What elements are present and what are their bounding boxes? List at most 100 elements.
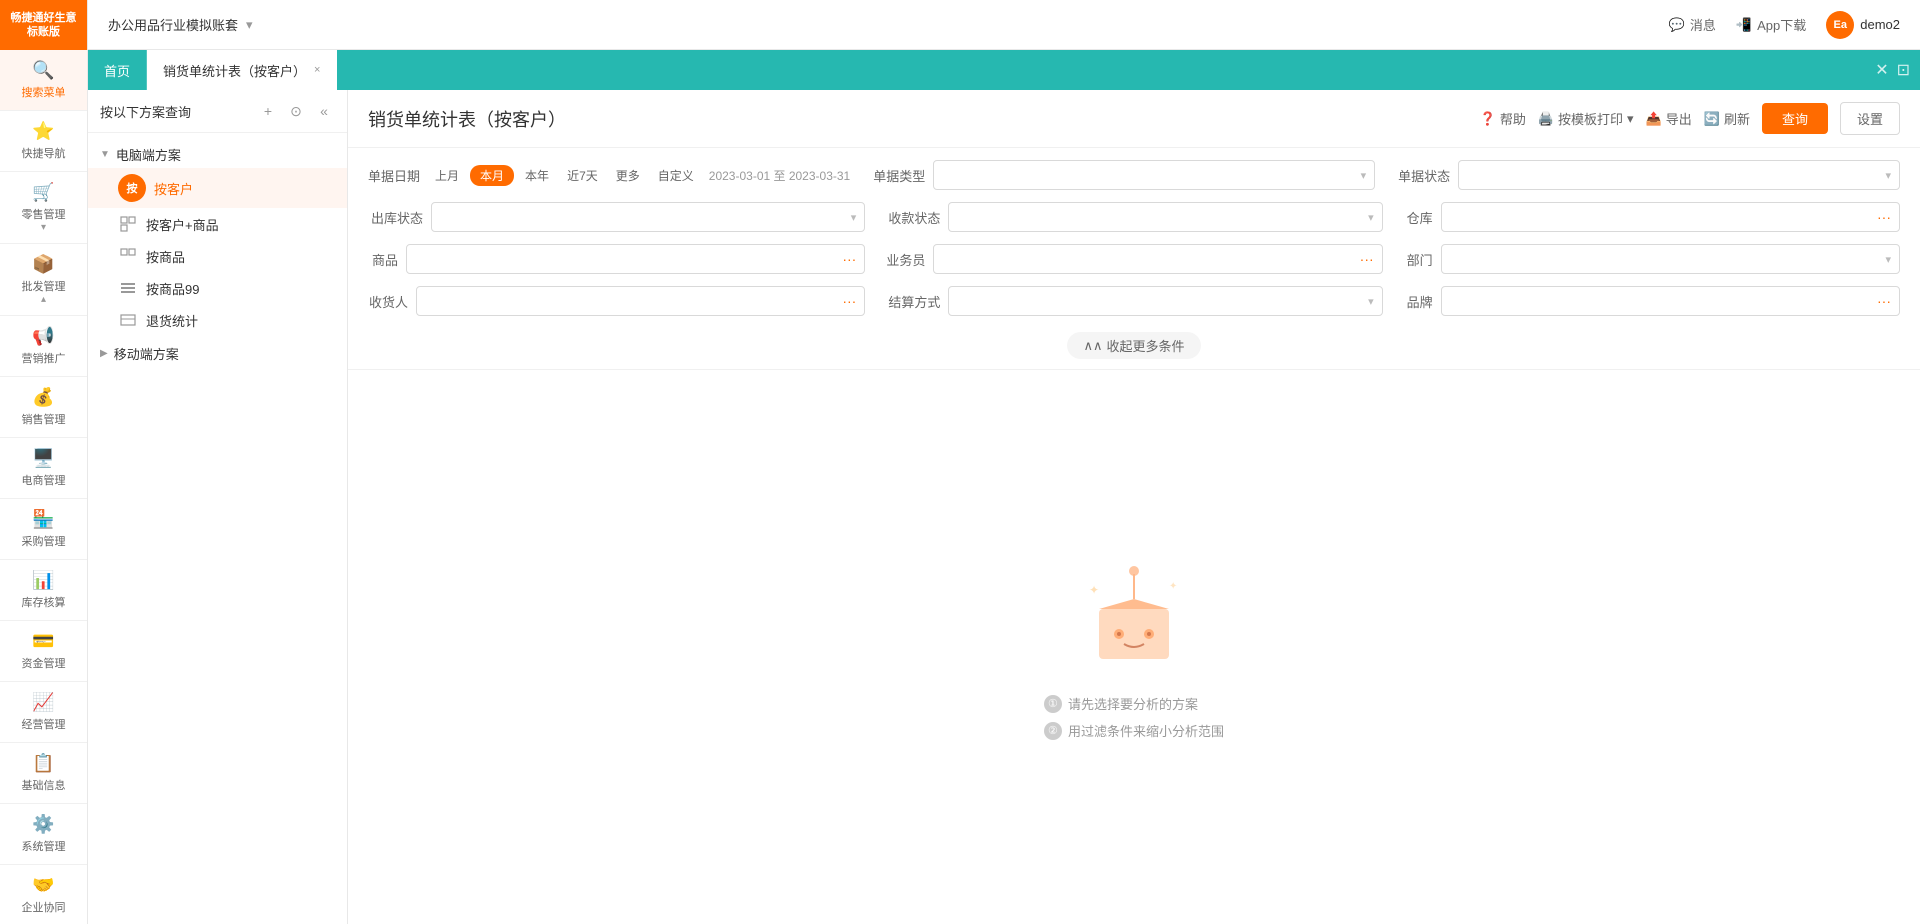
- user-area[interactable]: Ea demo2: [1826, 11, 1900, 39]
- scheme-collapse-icon: «: [320, 103, 328, 119]
- sidebar-nav: 🔍 搜索菜单 ⭐ 快捷导航 🛒 零售管理 ▾ 📦 批发管理 ▴ 📢 营销推广 💰…: [0, 50, 87, 924]
- filter-warehouse: 仓库 ···: [1403, 202, 1900, 232]
- sidebar-item-quicknav[interactable]: ⭐ 快捷导航: [0, 111, 87, 172]
- tree-category-mobile[interactable]: ▶ 移动端方案: [88, 340, 347, 367]
- receiver-control[interactable]: ···: [416, 286, 865, 316]
- main-area: 办公用品行业模拟账套 ▾ 💬 消息 📲 App下载 Ea demo2 首页: [88, 0, 1920, 924]
- scheme-add-btn[interactable]: +: [257, 100, 279, 122]
- svg-text:✦: ✦: [1089, 583, 1099, 597]
- sidebar-item-system[interactable]: ⚙️ 系统管理: [0, 804, 87, 865]
- filter-row-2: 出库状态 ▾ 收款状态 ▾ 仓库: [348, 198, 1920, 240]
- date-btn-custom[interactable]: 自定义: [651, 165, 701, 186]
- sidebar-item-wholesale[interactable]: 📦 批发管理 ▴: [0, 244, 87, 316]
- scheme-header: 按以下方案查询 + ⊙ «: [88, 90, 347, 133]
- enterprise-icon: 🤝: [32, 875, 54, 896]
- scheme-edit-btn[interactable]: ⊙: [285, 100, 307, 122]
- tree-item-by-customer-goods[interactable]: 按客户+商品: [88, 208, 347, 240]
- sidebar-item-purchase[interactable]: 🏪 采购管理: [0, 499, 87, 560]
- sidebar-item-retail[interactable]: 🛒 零售管理 ▾: [0, 172, 87, 244]
- industry-dropdown-icon[interactable]: ▾: [246, 17, 253, 33]
- date-label: 单据日期: [368, 166, 420, 185]
- doc-type-control[interactable]: ▾: [933, 160, 1375, 190]
- date-btn-last-month[interactable]: 上月: [428, 165, 466, 186]
- empty-svg: ✦ ✦: [1074, 554, 1194, 674]
- basic-icon: 📋: [32, 753, 54, 774]
- goods-control[interactable]: ···: [406, 244, 865, 274]
- sidebar-item-system-label: 系统管理: [22, 838, 66, 854]
- receipt-status-control[interactable]: ▾: [948, 202, 1382, 232]
- scheme-panel: 按以下方案查询 + ⊙ « ▼ 电脑端方案: [88, 90, 348, 924]
- tabs-right: ✕ ⊡: [1875, 60, 1920, 80]
- tree-item-by-customer-goods-icon: [118, 214, 138, 234]
- sidebar-item-finance-label: 资金管理: [22, 655, 66, 671]
- tree-item-by-goods[interactable]: 按商品: [88, 240, 347, 272]
- tree-item-by-goods-icon: [118, 246, 138, 266]
- filter-goods: 商品 ···: [368, 244, 865, 274]
- tab-home-label: 首页: [104, 61, 130, 80]
- collapse-up-icon: ∧∧: [1083, 338, 1102, 354]
- print-icon: 🖨️: [1538, 111, 1554, 127]
- help-btn[interactable]: ❓ 帮助: [1480, 109, 1526, 128]
- tree-category-desktop[interactable]: ▼ 电脑端方案: [88, 141, 347, 168]
- tree-category-mobile-arrow: ▶: [100, 348, 108, 359]
- user-name[interactable]: demo2: [1860, 17, 1900, 32]
- sidebar-item-basic[interactable]: 📋 基础信息: [0, 743, 87, 804]
- settle-control[interactable]: ▾: [948, 286, 1382, 316]
- tree-item-by-goods99[interactable]: 按商品99: [88, 272, 347, 304]
- topbar-right: 💬 消息 📲 App下载 Ea demo2: [1669, 11, 1900, 39]
- tab-close-all-btn[interactable]: ✕: [1875, 60, 1888, 80]
- app-download-btn[interactable]: 📲 App下载: [1736, 15, 1806, 34]
- sidebar-item-enterprise[interactable]: 🤝 企业协同: [0, 865, 87, 924]
- dept-control[interactable]: ▾: [1441, 244, 1900, 274]
- tab-home[interactable]: 首页: [88, 50, 147, 90]
- sidebar-item-sales[interactable]: 💰 销售管理: [0, 377, 87, 438]
- sidebar-item-operations[interactable]: 📈 经营管理: [0, 682, 87, 743]
- sidebar-item-marketing[interactable]: 📢 营销推广: [0, 316, 87, 377]
- export-btn[interactable]: 📤 导出: [1646, 109, 1692, 128]
- out-status-control[interactable]: ▾: [431, 202, 865, 232]
- page-title: 销货单统计表（按客户）: [368, 106, 566, 132]
- tree-item-by-customer-icon: 按: [118, 174, 146, 202]
- tree-item-by-goods99-icon: [118, 278, 138, 298]
- brand-control[interactable]: ···: [1441, 286, 1900, 316]
- page-actions: ❓ 帮助 🖨️ 按模板打印 ▾ 📤 导出 🔄 刷新: [1480, 102, 1900, 135]
- empty-tip-2: ② 用过滤条件来缩小分析范围: [1044, 721, 1224, 740]
- scheme-tree: ▼ 电脑端方案 按 按客户 按客户+商品 按商品: [88, 133, 347, 924]
- collapse-btn[interactable]: ∧∧ 收起更多条件: [1067, 332, 1200, 359]
- query-btn[interactable]: 查询: [1762, 103, 1828, 134]
- date-btn-this-month[interactable]: 本月: [470, 165, 514, 186]
- date-btn-this-year[interactable]: 本年: [518, 165, 556, 186]
- tree-item-by-goods99-label: 按商品99: [146, 279, 199, 298]
- message-btn[interactable]: 💬 消息: [1669, 15, 1716, 34]
- dept-label: 部门: [1403, 250, 1433, 269]
- marketing-icon: 📢: [32, 326, 54, 347]
- sidebar-item-inventory[interactable]: 📊 库存核算: [0, 560, 87, 621]
- refresh-icon: 🔄: [1704, 111, 1720, 127]
- warehouse-control[interactable]: ···: [1441, 202, 1900, 232]
- sidebar-item-search[interactable]: 🔍 搜索菜单: [0, 50, 87, 111]
- filter-row-3: 商品 ··· 业务员 ··· 部门: [348, 240, 1920, 282]
- tab-sales-stat[interactable]: 销货单统计表（按客户） ×: [147, 50, 337, 90]
- warehouse-dots: ···: [1877, 209, 1891, 225]
- print-dropdown-icon: ▾: [1627, 111, 1634, 127]
- wholesale-icon: 📦: [32, 254, 54, 275]
- tab-close-icon[interactable]: ×: [314, 64, 320, 76]
- date-btn-more[interactable]: 更多: [609, 165, 647, 186]
- staff-control[interactable]: ···: [933, 244, 1382, 274]
- goods-label: 商品: [368, 250, 398, 269]
- doc-type-label: 单据类型: [870, 166, 925, 185]
- tab-expand-btn[interactable]: ⊡: [1897, 60, 1910, 80]
- doc-status-control[interactable]: ▾: [1458, 160, 1900, 190]
- doc-status-label: 单据状态: [1395, 166, 1450, 185]
- date-btn-7days[interactable]: 近7天: [560, 165, 605, 186]
- scheme-collapse-btn[interactable]: «: [313, 100, 335, 122]
- quicknav-icon: ⭐: [32, 121, 54, 142]
- sidebar-item-ecom[interactable]: 🖥️ 电商管理: [0, 438, 87, 499]
- settings-btn[interactable]: 设置: [1840, 102, 1900, 135]
- out-status-arrow: ▾: [851, 211, 857, 224]
- sidebar-item-finance[interactable]: 💳 资金管理: [0, 621, 87, 682]
- tree-item-by-customer[interactable]: 按 按客户: [88, 168, 347, 208]
- print-btn[interactable]: 🖨️ 按模板打印 ▾: [1538, 109, 1634, 128]
- tree-item-return-stat[interactable]: 退货统计: [88, 304, 347, 336]
- refresh-btn[interactable]: 🔄 刷新: [1704, 109, 1750, 128]
